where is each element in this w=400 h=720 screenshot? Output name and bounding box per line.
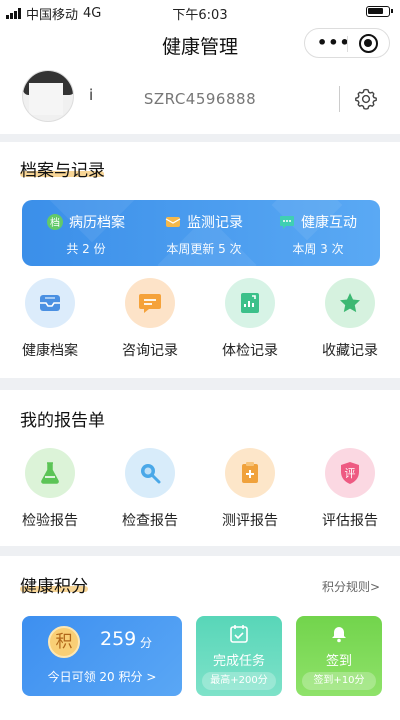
nav-bar: 健康管理 ••• bbox=[0, 24, 400, 64]
icon-circle bbox=[225, 278, 275, 328]
task-label: 完成任务 bbox=[212, 654, 265, 669]
records-item-favorites[interactable]: 收藏记录 bbox=[300, 278, 400, 360]
records-item-consult[interactable]: 咨询记录 bbox=[100, 278, 200, 360]
banner-label: 监测记录 bbox=[187, 215, 243, 231]
svg-text:评: 评 bbox=[345, 467, 356, 480]
shield-evaluate-icon: 评 bbox=[341, 462, 359, 484]
records-section: 档案与记录 档 病历档案 共 2 份 监测记录 本周更新 5 次 健康互动 本周… bbox=[0, 142, 400, 378]
icon-circle bbox=[25, 278, 75, 328]
magnifier-icon bbox=[141, 464, 161, 484]
flask-icon bbox=[41, 462, 59, 484]
profile-divider bbox=[339, 86, 340, 112]
icon-circle bbox=[125, 448, 175, 498]
banner-health-interaction[interactable]: 健康互动 本周 3 次 bbox=[258, 212, 378, 257]
banner-monitor-record[interactable]: 监测记录 本周更新 5 次 bbox=[144, 212, 264, 257]
checkin-card[interactable]: 签到 签到+10分 bbox=[296, 616, 382, 696]
reports-item-label: 检查报告 bbox=[122, 513, 178, 529]
task-sub: 最高+200分 bbox=[202, 672, 276, 690]
banner-sub: 共 2 份 bbox=[66, 242, 106, 256]
medical-record-badge-icon: 档 bbox=[47, 214, 63, 230]
reports-item-label: 测评报告 bbox=[222, 513, 278, 529]
records-title: 档案与记录 bbox=[20, 161, 105, 181]
reports-item-label: 评估报告 bbox=[322, 513, 378, 529]
banner-label: 健康互动 bbox=[301, 215, 357, 231]
chat-message-icon bbox=[139, 294, 161, 313]
checkin-label: 签到 bbox=[325, 654, 352, 669]
records-item-label: 健康档案 bbox=[22, 343, 78, 359]
monitor-envelope-icon bbox=[165, 217, 181, 227]
chat-bubble-icon bbox=[280, 216, 294, 229]
points-total: 259 bbox=[100, 628, 137, 650]
reports-grid: 检验报告 检查报告 测评报告 评 评估报告 bbox=[0, 448, 400, 530]
points-title: 健康积分 bbox=[20, 577, 88, 597]
icon-circle bbox=[225, 448, 275, 498]
points-total-card[interactable]: 积 259 分 今日可领 20 积分 > bbox=[22, 616, 182, 696]
reports-item-label: 检验报告 bbox=[22, 513, 78, 529]
mini-program-capsule: ••• bbox=[304, 28, 390, 58]
icon-circle bbox=[25, 448, 75, 498]
today-suffix: 积分 > bbox=[118, 670, 157, 684]
records-item-label: 体检记录 bbox=[222, 343, 278, 359]
records-item-label: 收藏记录 bbox=[322, 343, 378, 359]
star-icon bbox=[340, 293, 360, 313]
checkin-bell-icon bbox=[332, 627, 346, 643]
inbox-tray-icon bbox=[40, 295, 60, 311]
banner-medical-record[interactable]: 档 病历档案 共 2 份 bbox=[26, 212, 146, 257]
status-bar: 中国移动 4G 下午6:03 bbox=[0, 0, 400, 24]
records-banner: 档 病历档案 共 2 份 监测记录 本周更新 5 次 健康互动 本周 3 次 bbox=[22, 200, 380, 266]
today-value: 20 bbox=[99, 670, 115, 684]
reports-title: 我的报告单 bbox=[20, 411, 105, 431]
capsule-divider bbox=[347, 36, 348, 52]
clipboard-plus-icon bbox=[242, 462, 258, 483]
points-section: 健康积分 积分规则> 积 259 分 今日可领 20 积分 > 完成任务 最高+… bbox=[0, 556, 400, 720]
banner-label: 病历档案 bbox=[69, 215, 125, 231]
banner-sub: 本周 3 次 bbox=[292, 242, 344, 256]
banner-sub: 本周更新 5 次 bbox=[166, 242, 242, 256]
today-prefix: 今日可领 bbox=[47, 670, 96, 684]
mini-program-close-icon[interactable] bbox=[359, 34, 378, 53]
checkin-sub: 签到+10分 bbox=[302, 672, 376, 690]
user-id: SZRC4596888 bbox=[143, 90, 257, 108]
clock-label: 下午6:03 bbox=[172, 8, 228, 23]
points-unit: 分 bbox=[140, 636, 153, 650]
icon-circle: 评 bbox=[325, 448, 375, 498]
reports-item-exam[interactable]: 检查报告 bbox=[100, 448, 200, 530]
records-item-label: 咨询记录 bbox=[122, 343, 178, 359]
reports-item-lab[interactable]: 检验报告 bbox=[0, 448, 100, 530]
points-badge-icon: 积 bbox=[48, 626, 80, 658]
more-dots-icon[interactable]: ••• bbox=[317, 33, 351, 52]
reports-section: 我的报告单 检验报告 检查报告 测评报告 评 评估报告 bbox=[0, 390, 400, 546]
task-card[interactable]: 完成任务 最高+200分 bbox=[196, 616, 282, 696]
checkup-chart-icon bbox=[241, 293, 259, 313]
points-rules-link[interactable]: 积分规则> bbox=[322, 578, 380, 595]
gear-icon[interactable] bbox=[354, 87, 378, 111]
records-item-health-archive[interactable]: 健康档案 bbox=[0, 278, 100, 360]
profile-header: i SZRC4596888 bbox=[0, 64, 400, 134]
icon-circle bbox=[325, 278, 375, 328]
svg-text:档: 档 bbox=[50, 216, 60, 229]
reports-item-assessment[interactable]: 测评报告 bbox=[200, 448, 300, 530]
reports-item-evaluation[interactable]: 评 评估报告 bbox=[300, 448, 400, 530]
icon-circle bbox=[125, 278, 175, 328]
records-item-checkup[interactable]: 体检记录 bbox=[200, 278, 300, 360]
task-calendar-icon bbox=[230, 625, 248, 643]
battery-icon bbox=[366, 6, 393, 17]
records-grid: 健康档案 咨询记录 体检记录 收藏记录 bbox=[0, 278, 400, 360]
